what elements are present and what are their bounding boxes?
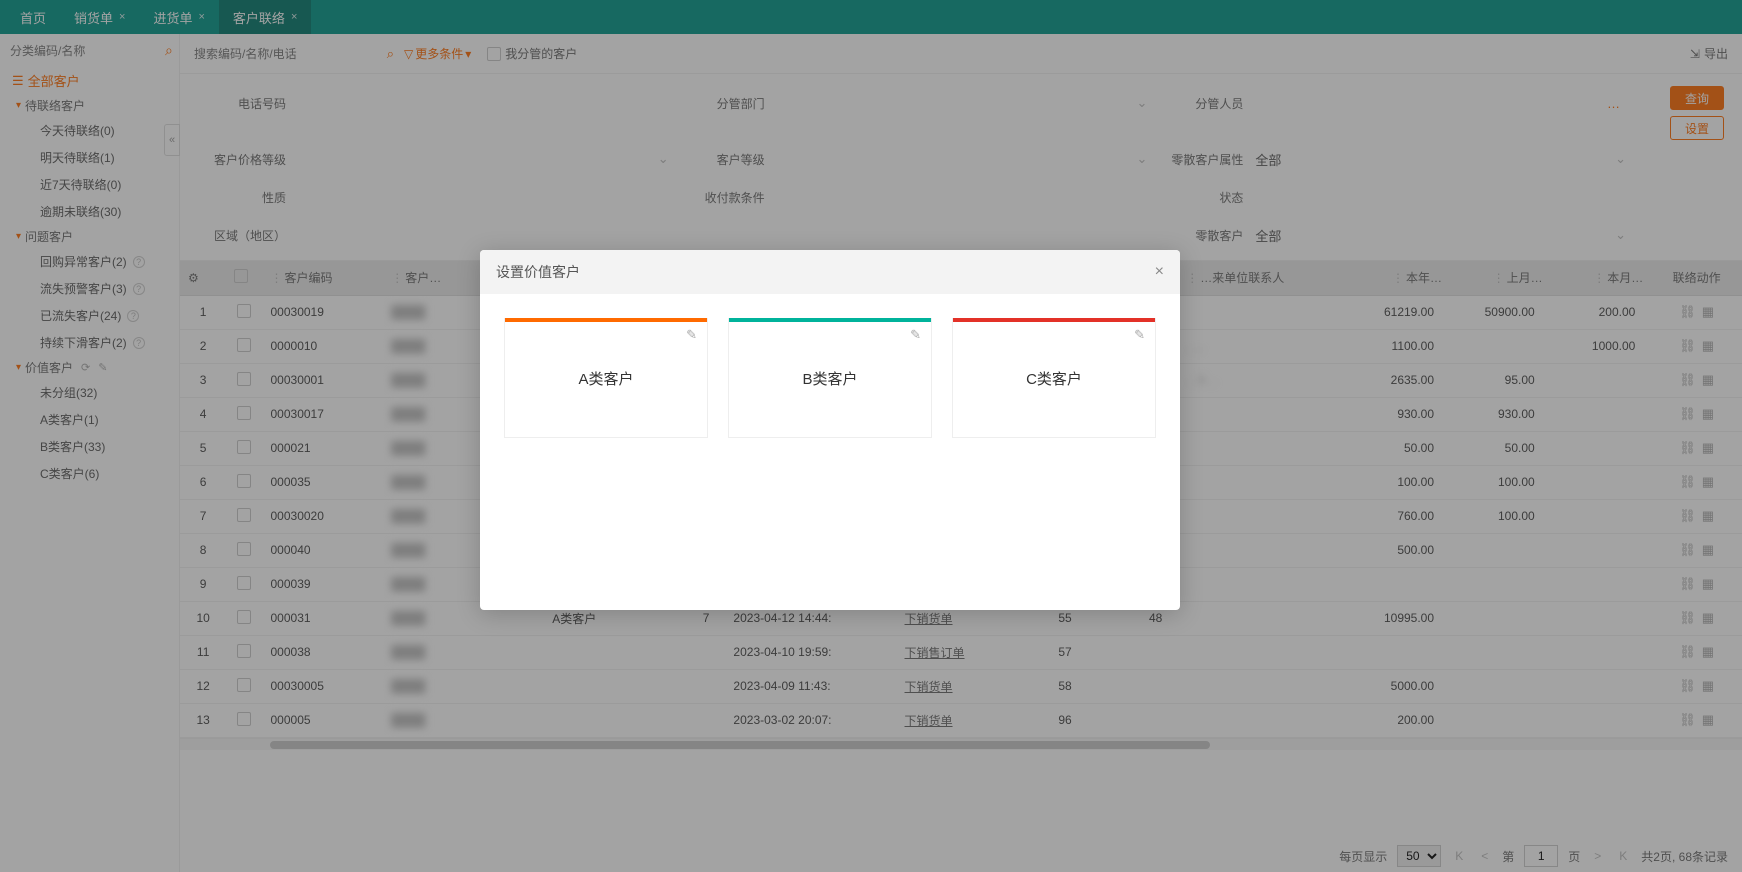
card-a-customer[interactable]: ✎A类客户 [504, 318, 708, 438]
edit-icon[interactable]: ✎ [686, 327, 697, 343]
edit-icon[interactable]: ✎ [910, 327, 921, 343]
dialog-title: 设置价值客户 [496, 262, 1155, 282]
card-b-customer[interactable]: ✎B类客户 [728, 318, 932, 438]
edit-icon[interactable]: ✎ [1134, 327, 1145, 343]
close-icon[interactable]: × [1155, 263, 1164, 281]
card-c-customer[interactable]: ✎C类客户 [952, 318, 1156, 438]
value-customer-dialog: 设置价值客户 × ✎A类客户 ✎B类客户 ✎C类客户 [480, 250, 1180, 610]
